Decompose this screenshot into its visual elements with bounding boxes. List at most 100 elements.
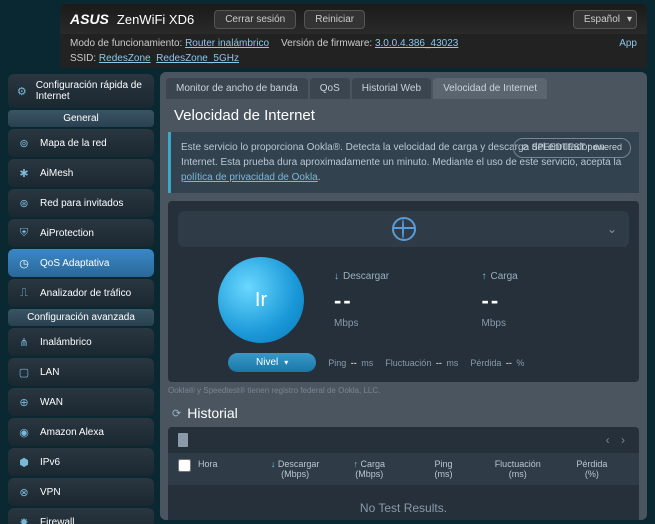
page-prev[interactable]: ‹ [602, 433, 614, 447]
sidebar-aimesh[interactable]: ✱ AiMesh [8, 159, 154, 187]
jitter-value: -- [436, 358, 442, 368]
tab-webhist[interactable]: Historial Web [352, 78, 431, 99]
sidebar-wan[interactable]: ⊕WAN [8, 388, 154, 416]
upload-icon: ↑ [482, 271, 487, 282]
sidebar-group-advanced: Configuración avanzada [8, 309, 154, 326]
col-time: Hora [198, 459, 258, 479]
ssid1-link[interactable]: RedesZone [99, 53, 151, 64]
sidebar-item-label: WAN [40, 397, 63, 408]
sidebar-item-label: Mapa de la red [40, 138, 107, 149]
alexa-icon: ◉ [14, 422, 34, 442]
shield-icon: ⛨ [14, 223, 34, 243]
upload-value: -- [482, 288, 630, 314]
page-next[interactable]: › [617, 433, 629, 447]
history-pager: ‹ › [602, 433, 629, 447]
language-select[interactable]: Español [573, 10, 637, 29]
tab-qos[interactable]: QoS [310, 78, 350, 99]
download-metric: ↓ Descargar -- Mbps [334, 271, 482, 329]
mode-label: Modo de funcionamiento: [70, 38, 182, 49]
sidebar-item-label: Firewall [40, 517, 74, 524]
model-name: ZenWiFi XD6 [117, 12, 194, 27]
trash-icon[interactable] [178, 433, 188, 447]
sidebar-ipv6[interactable]: ⬢ IPv6 [8, 448, 154, 476]
vpn-icon: ⊗ [14, 482, 34, 502]
ping-label: Ping [328, 358, 346, 368]
history-toolbar: ‹ › [168, 427, 639, 453]
sidebar-vpn[interactable]: ⊗ VPN [8, 478, 154, 506]
download-label: Descargar [343, 271, 389, 282]
history-empty: No Test Results. [168, 485, 639, 520]
ssid2-link[interactable]: RedesZone_5GHz [156, 53, 239, 64]
history-header: Hora ↓ Descargar(Mbps) ↑ Carga(Mbps) Pin… [168, 453, 639, 485]
tab-speed[interactable]: Velocidad de Internet [433, 78, 547, 99]
content-area: Monitor de ancho de banda QoS Historial … [160, 72, 647, 520]
wrench-icon: ⚙ [14, 81, 30, 101]
notice-box: Este servicio lo proporciona Ookla®. Det… [168, 132, 639, 193]
map-icon: ⊚ [14, 133, 34, 153]
download-unit: Mbps [334, 318, 482, 329]
sidebar-item-label: VPN [40, 487, 61, 498]
fw-link[interactable]: 3.0.0.4.386_43023 [375, 38, 458, 49]
loss-value: -- [506, 358, 512, 368]
logout-button[interactable]: Cerrar sesión [214, 10, 296, 29]
server-select[interactable]: ⌄ [178, 211, 629, 247]
gauge-icon: ◷ [14, 253, 34, 273]
sidebar-item-label: Analizador de tráfico [40, 288, 131, 299]
guest-icon: ⊛ [14, 193, 34, 213]
sidebar-quick-setup[interactable]: ⚙ Configuración rápida de Internet [8, 74, 154, 108]
sidebar-guest[interactable]: ⊛ Red para invitados [8, 189, 154, 217]
sidebar-lan[interactable]: ▢LAN [8, 358, 154, 386]
info-bar: Modo de funcionamiento: Router inalámbri… [60, 34, 647, 68]
upload-unit: Mbps [482, 318, 630, 329]
refresh-icon[interactable]: ⟳ [172, 407, 181, 420]
sidebar-item-label: IPv6 [40, 457, 60, 468]
fire-icon: ✸ [14, 512, 34, 524]
mesh-icon: ✱ [14, 163, 34, 183]
sidebar-item-label: AiMesh [40, 168, 73, 179]
page-title: Velocidad de Internet [174, 107, 633, 124]
tab-row: Monitor de ancho de banda QoS Historial … [160, 72, 647, 99]
privacy-link[interactable]: política de privacidad de Ookla [181, 172, 318, 183]
ssid-label: SSID: [70, 53, 96, 64]
sidebar-item-label: AiProtection [40, 228, 94, 239]
speedtest-badge: ⊘ SPEEDTEST powered [513, 138, 631, 158]
chart-icon: ⎍ [14, 283, 34, 303]
mode-link[interactable]: Router inalámbrico [185, 38, 269, 49]
loss-label: Pérdida [470, 358, 501, 368]
sidebar-alexa[interactable]: ◉Amazon Alexa [8, 418, 154, 446]
jitter-label: Fluctuación [385, 358, 431, 368]
col-jitter: Fluctuación(ms) [481, 459, 555, 479]
download-value: -- [334, 288, 482, 314]
col-download: ↓ Descargar(Mbps) [258, 459, 332, 479]
sidebar-traffic[interactable]: ⎍ Analizador de tráfico [8, 279, 154, 307]
speed-panel: ⌄ Ir ↓ Descargar -- Mbps ↑ Carga -- Mbps [168, 201, 639, 382]
chevron-down-icon: ⌄ [607, 222, 617, 236]
sidebar-aiprotection[interactable]: ⛨ AiProtection [8, 219, 154, 247]
history-title: Historial [187, 405, 238, 421]
sidebar-firewall[interactable]: ✸ Firewall [8, 508, 154, 524]
reboot-button[interactable]: Reiniciar [304, 10, 365, 29]
download-icon: ↓ [334, 271, 339, 282]
sidebar-group-general: General [8, 110, 154, 127]
sidebar-item-label: QoS Adaptativa [40, 258, 110, 269]
sidebar-item-label: Configuración rápida de Internet [36, 80, 148, 102]
col-ping: Ping(ms) [406, 459, 480, 479]
sidebar-item-label: Inalámbrico [40, 337, 92, 348]
upload-label: Carga [491, 271, 518, 282]
sidebar-item-label: Red para invitados [40, 198, 123, 209]
level-select[interactable]: Nivel [228, 353, 316, 372]
sidebar-network-map[interactable]: ⊚ Mapa de la red [8, 129, 154, 157]
sidebar: ⚙ Configuración rápida de Internet Gener… [0, 68, 158, 524]
ipv6-icon: ⬢ [14, 452, 34, 472]
app-link[interactable]: App [619, 38, 637, 49]
go-button[interactable]: Ir [218, 257, 304, 343]
sidebar-item-label: LAN [40, 367, 59, 378]
sidebar-qos[interactable]: ◷ QoS Adaptativa [8, 249, 154, 277]
header-bar: ASUS ZenWiFi XD6 Cerrar sesión Reiniciar… [60, 4, 647, 34]
upload-metric: ↑ Carga -- Mbps [482, 271, 630, 329]
select-all-checkbox[interactable] [178, 459, 191, 472]
tab-bandwidth[interactable]: Monitor de ancho de banda [166, 78, 308, 99]
sidebar-wireless[interactable]: ⋔Inalámbrico [8, 328, 154, 356]
col-upload: ↑ Carga(Mbps) [332, 459, 406, 479]
ookla-disclaimer: Ookla® y Speedtest® tienen registro fede… [168, 386, 639, 395]
